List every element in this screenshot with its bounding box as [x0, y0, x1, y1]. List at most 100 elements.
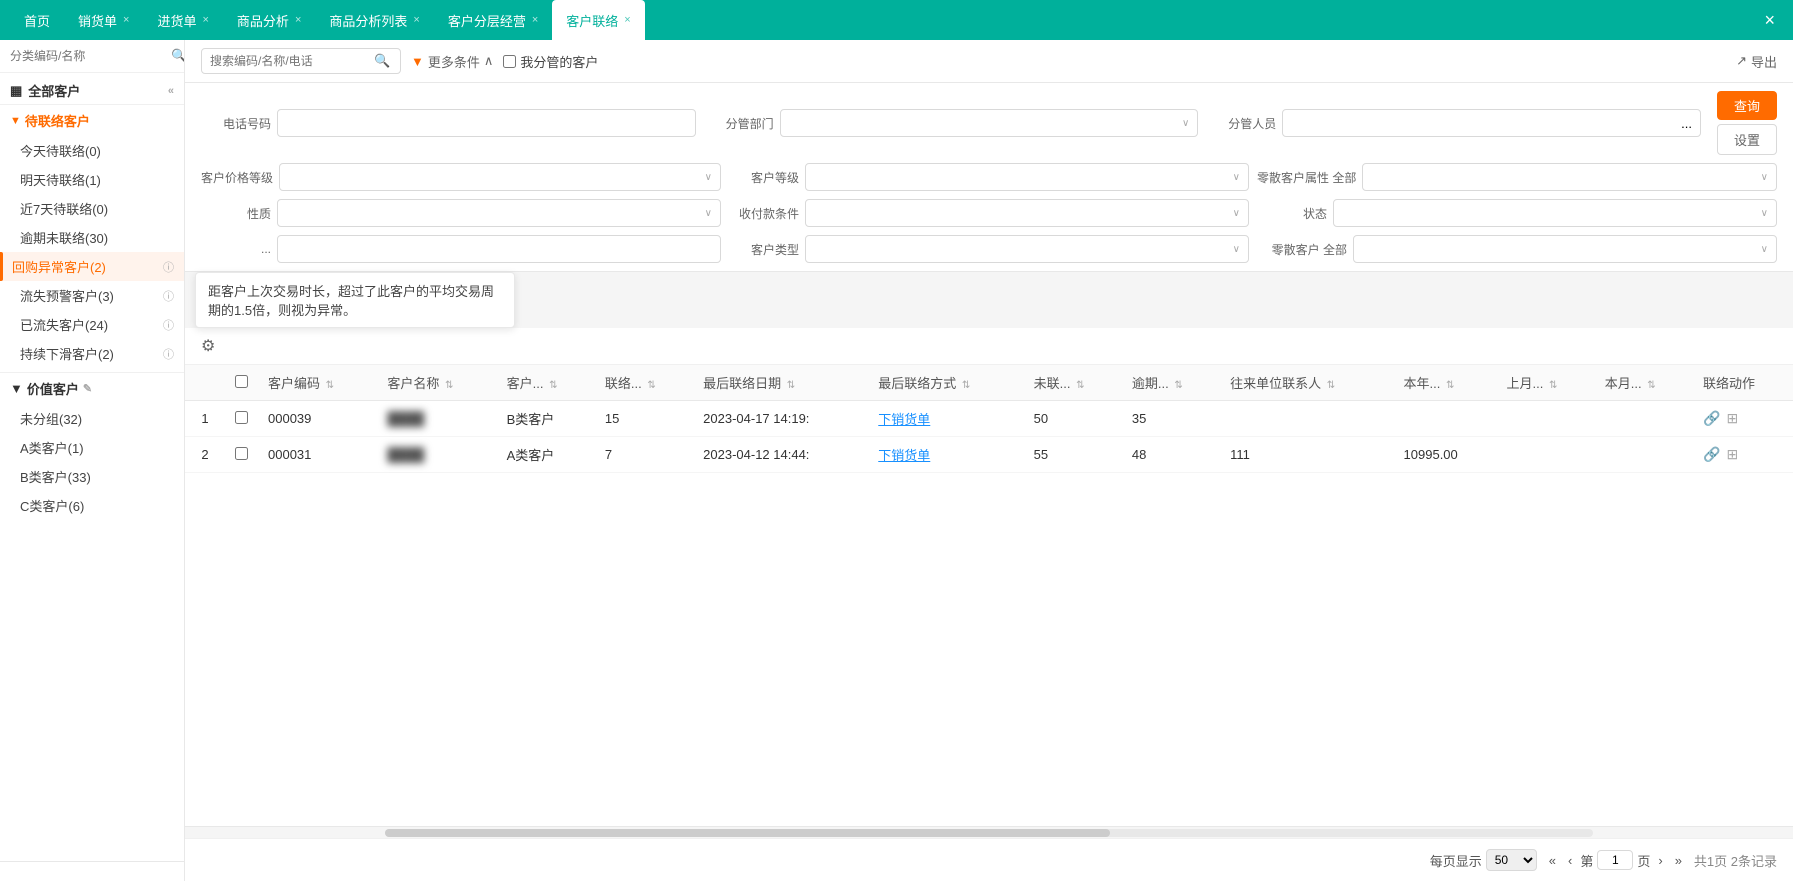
customer-grade-select[interactable]: ∨ — [805, 163, 1249, 191]
sort-icon[interactable]: ⇅ — [787, 380, 795, 391]
sidebar-item-repurchase-abnormal[interactable]: 回购异常客户(2) ⓘ — [0, 252, 184, 281]
next-page-button[interactable]: › — [1654, 851, 1666, 870]
payment-select[interactable]: ∨ — [805, 199, 1249, 227]
my-customers-checkbox[interactable]: 我分管的客户 — [503, 52, 598, 71]
phone-input[interactable] — [277, 109, 696, 137]
retail-customer-select[interactable]: ∨ — [1353, 235, 1777, 263]
more-conditions-btn[interactable]: ▼ 更多条件 ∧ — [411, 52, 493, 71]
grid-action-icon[interactable]: ⊞ — [1726, 410, 1738, 427]
sidebar-item-today[interactable]: 今天待联络(0) — [0, 136, 184, 165]
col-check[interactable] — [225, 365, 258, 401]
export-icon: ↗ — [1736, 53, 1747, 69]
search-input[interactable] — [210, 54, 370, 68]
close-icon[interactable]: × — [202, 14, 208, 26]
table-area: ⚙ 客户编码 ⇅ — [185, 328, 1793, 881]
sidebar-search-input[interactable] — [10, 49, 165, 63]
horizontal-scrollbar[interactable] — [185, 826, 1793, 838]
setting-button[interactable]: 设置 — [1717, 124, 1777, 155]
sort-icon[interactable]: ⇅ — [445, 380, 453, 391]
export-button[interactable]: ↗ 导出 — [1736, 52, 1777, 71]
main-layout: 🔍 ▦ 全部客户 « ▼ 待联络客户 今天待联络(0) 明天待联络(1) 近7天… — [0, 40, 1793, 881]
retail-attr-select[interactable]: ∨ — [1362, 163, 1777, 191]
sidebar-item-overdue[interactable]: 逾期未联络(30) — [0, 223, 184, 252]
nav-home[interactable]: 首页 — [10, 0, 64, 40]
sidebar-item-class-b[interactable]: B类客户(33) — [0, 462, 184, 491]
sort-icon[interactable]: ⇅ — [1327, 380, 1335, 391]
row-check[interactable] — [225, 401, 258, 437]
company-contact-person — [1220, 401, 1393, 437]
sort-icon[interactable]: ⇅ — [1446, 380, 1454, 391]
this-year-amount: 10995.00 — [1394, 437, 1497, 473]
nature-select[interactable]: ∨ — [277, 199, 721, 227]
nav-customer-segment[interactable]: 客户分层经营 × — [434, 0, 552, 40]
nav-sales-order[interactable]: 销货单 × — [64, 0, 143, 40]
link-action-icon[interactable]: 🔗 — [1703, 410, 1720, 427]
nav-product-analysis[interactable]: 商品分析 × — [223, 0, 315, 40]
row-checkbox[interactable] — [235, 411, 248, 424]
extra-input[interactable] — [277, 235, 721, 263]
filter-status: 状态 ∨ — [1257, 199, 1777, 227]
nav-customer-contact[interactable]: 客户联络 × — [552, 0, 644, 40]
page-number-input[interactable] — [1597, 850, 1633, 870]
window-close-button[interactable]: × — [1756, 10, 1783, 31]
close-icon[interactable]: × — [413, 14, 419, 26]
close-icon[interactable]: × — [532, 14, 538, 26]
select-all-checkbox[interactable] — [235, 375, 248, 388]
sidebar-all-customers[interactable]: ▦ 全部客户 « — [0, 73, 184, 105]
row-checkbox[interactable] — [235, 447, 248, 460]
pending-contact-header[interactable]: ▼ 待联络客户 — [0, 105, 184, 136]
sort-icon[interactable]: ⇅ — [549, 380, 557, 391]
edit-icon[interactable]: ✎ — [83, 382, 92, 395]
link-action-icon[interactable]: 🔗 — [1703, 446, 1720, 463]
sort-icon[interactable]: ⇅ — [1174, 380, 1182, 391]
sidebar-item-declining[interactable]: 持续下滑客户(2) ⓘ — [0, 339, 184, 368]
scrollbar-thumb[interactable] — [385, 829, 1110, 837]
sort-icon[interactable]: ⇅ — [647, 380, 655, 391]
last-page-button[interactable]: » — [1671, 851, 1686, 870]
collapse-icon[interactable]: « — [168, 85, 174, 97]
close-icon[interactable]: × — [123, 14, 129, 26]
sort-icon[interactable]: ⇅ — [962, 380, 970, 391]
dept-select[interactable]: ∨ — [780, 109, 1199, 137]
sidebar-item-class-a[interactable]: A类客户(1) — [0, 433, 184, 462]
sidebar-item-tomorrow[interactable]: 明天待联络(1) — [0, 165, 184, 194]
per-page-select[interactable]: 20 50 100 — [1486, 849, 1537, 871]
close-icon[interactable]: × — [295, 14, 301, 26]
sort-icon[interactable]: ⇅ — [326, 380, 334, 391]
first-page-button[interactable]: « — [1545, 851, 1560, 870]
grid-action-icon[interactable]: ⊞ — [1726, 446, 1738, 463]
contact-count: 15 — [595, 401, 693, 437]
scrollbar-track[interactable] — [385, 829, 1593, 837]
nav-purchase-order[interactable]: 进货单 × — [143, 0, 222, 40]
manager-input[interactable]: ... — [1282, 109, 1701, 137]
table-settings-icon[interactable]: ⚙ — [201, 336, 215, 356]
sidebar-item-churn-warning[interactable]: 流失预警客户(3) ⓘ — [0, 281, 184, 310]
uncontacted-days: 50 — [1024, 401, 1122, 437]
status-select[interactable]: ∨ — [1333, 199, 1777, 227]
query-button[interactable]: 查询 — [1717, 91, 1777, 120]
search-icon[interactable]: 🔍 — [374, 53, 390, 69]
row-check[interactable] — [225, 437, 258, 473]
sidebar-item-ungrouped[interactable]: 未分组(32) — [0, 404, 184, 433]
nav-product-analysis-list[interactable]: 商品分析列表 × — [315, 0, 433, 40]
value-group-header[interactable]: ▼ 价值客户 ✎ — [0, 372, 184, 404]
sidebar-item-7days[interactable]: 近7天待联络(0) — [0, 194, 184, 223]
table-header-row: 客户编码 ⇅ 客户名称 ⇅ 客户... ⇅ — [185, 365, 1793, 401]
price-grade-select[interactable]: ∨ — [279, 163, 721, 191]
sort-icon[interactable]: ⇅ — [1076, 380, 1084, 391]
sidebar-item-class-c[interactable]: C类客户(6) — [0, 491, 184, 520]
customer-type-select[interactable]: ∨ — [805, 235, 1249, 263]
sidebar-item-churned[interactable]: 已流失客户(24) ⓘ — [0, 310, 184, 339]
table-wrap[interactable]: 客户编码 ⇅ 客户名称 ⇅ 客户... ⇅ — [185, 365, 1793, 826]
prev-page-button[interactable]: ‹ — [1564, 851, 1576, 870]
sort-icon[interactable]: ⇅ — [1647, 380, 1655, 391]
customer-code: 000039 — [258, 401, 377, 437]
close-icon[interactable]: × — [624, 14, 630, 26]
sidebar-search-icon[interactable]: 🔍 — [171, 48, 185, 64]
contact-actions: 🔗 ⊞ — [1693, 401, 1793, 437]
col-this-year: 本年... ⇅ — [1394, 365, 1497, 401]
sort-icon[interactable]: ⇅ — [1549, 380, 1557, 391]
my-customers-check[interactable] — [503, 55, 516, 68]
info-icon: ⓘ — [163, 288, 174, 304]
overdue-days: 48 — [1122, 437, 1220, 473]
